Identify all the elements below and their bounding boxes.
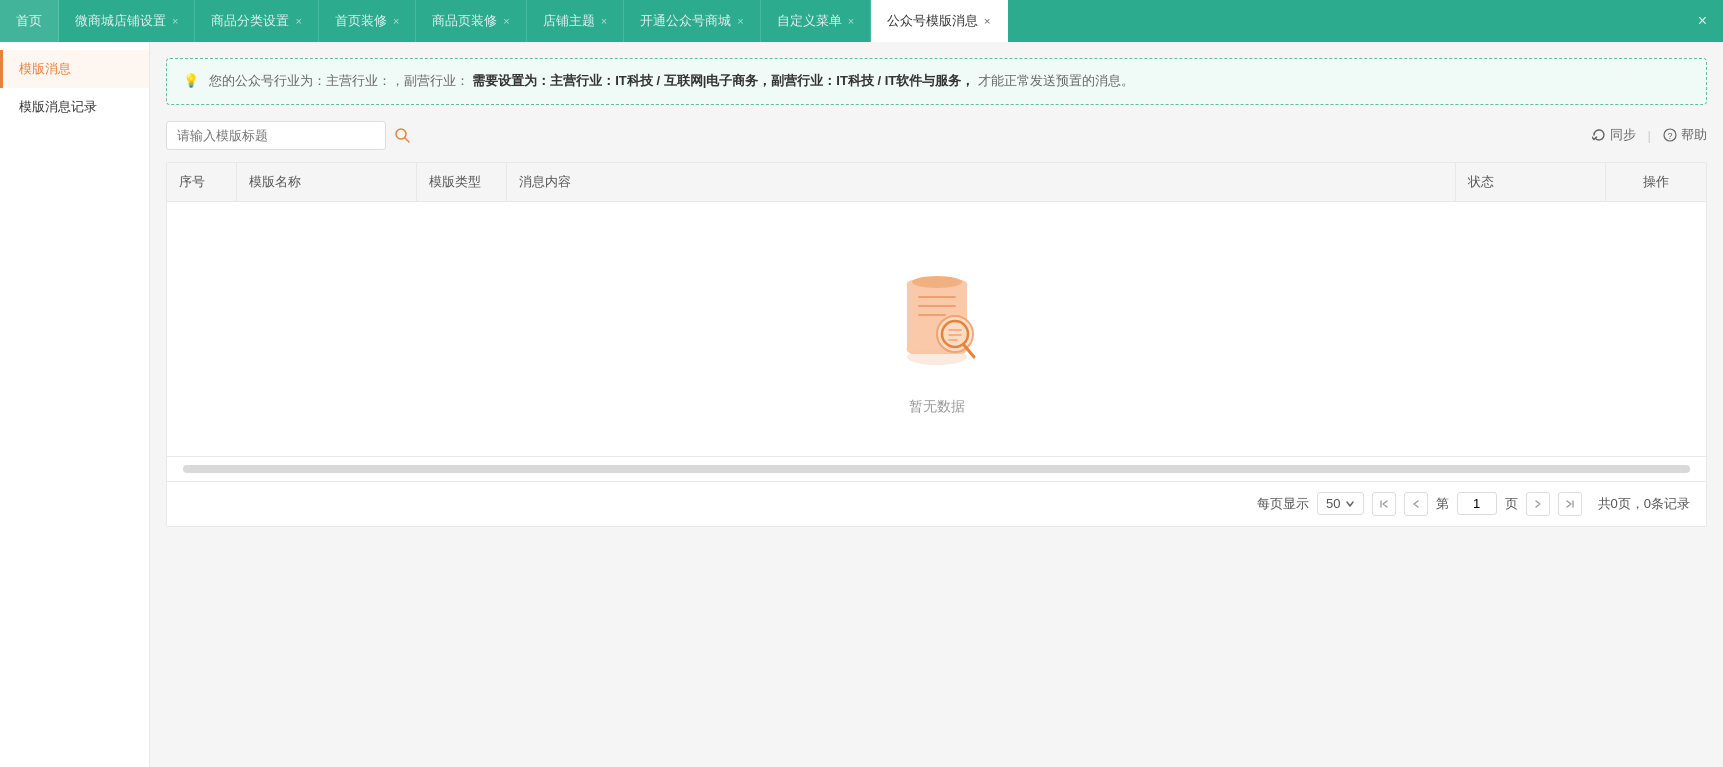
pagination: 每页显示 50 第 — [167, 481, 1706, 526]
empty-text: 暂无数据 — [909, 398, 965, 416]
page-size-value: 50 — [1326, 496, 1340, 511]
th-content: 消息内容 — [507, 163, 1456, 201]
close-icon[interactable]: × — [737, 15, 743, 27]
first-page-icon — [1379, 499, 1389, 509]
nav-tab-store-theme-label: 店铺主题 — [543, 12, 595, 30]
notice-prefix: 您的公众号行业为：主营行业：，副营行业： — [209, 73, 469, 88]
scrollbar-row — [167, 456, 1706, 481]
nav-tab-home-label: 首页 — [16, 12, 42, 30]
nav-tab-shop-settings-label: 微商城店铺设置 — [75, 12, 166, 30]
close-icon[interactable]: × — [295, 15, 301, 27]
nav-tab-shop-settings[interactable]: 微商城店铺设置 × — [59, 0, 195, 42]
horizontal-scrollbar[interactable] — [183, 465, 1690, 473]
nav-tab-home-decor[interactable]: 首页装修 × — [319, 0, 416, 42]
search-button[interactable] — [394, 127, 410, 143]
close-all-button[interactable]: × — [1682, 12, 1723, 30]
empty-illustration — [877, 262, 997, 382]
last-page-icon — [1565, 499, 1575, 509]
page-size-label: 每页显示 — [1257, 495, 1309, 513]
th-seq: 序号 — [167, 163, 237, 201]
last-page-button[interactable] — [1558, 492, 1582, 516]
search-bar-left — [166, 121, 410, 150]
main-layout: 模版消息 模版消息记录 💡 您的公众号行业为：主营行业：，副营行业： 需要设置为… — [0, 42, 1723, 767]
sidebar-item-template-record[interactable]: 模版消息记录 — [0, 88, 149, 126]
nav-tab-custom-menu[interactable]: 自定义菜单 × — [761, 0, 871, 42]
content-area: 💡 您的公众号行业为：主营行业：，副营行业： 需要设置为：主营行业：IT科技 /… — [150, 42, 1723, 767]
sidebar-item-template-message[interactable]: 模版消息 — [0, 50, 149, 88]
page-total: 共0页，0条记录 — [1598, 495, 1690, 513]
search-icon — [394, 127, 410, 143]
sync-button[interactable]: 同步 — [1592, 126, 1636, 144]
close-icon[interactable]: × — [393, 15, 399, 27]
th-type: 模版类型 — [417, 163, 507, 201]
next-page-button[interactable] — [1526, 492, 1550, 516]
page-number-input[interactable] — [1457, 492, 1497, 515]
help-label: 帮助 — [1681, 126, 1707, 144]
top-nav: 首页 微商城店铺设置 × 商品分类设置 × 首页装修 × 商品页装修 × 店铺主… — [0, 0, 1723, 42]
sync-icon — [1592, 128, 1606, 142]
nav-divider: | — [1648, 128, 1651, 143]
help-button[interactable]: ? 帮助 — [1663, 126, 1707, 144]
close-icon[interactable]: × — [848, 15, 854, 27]
svg-point-8 — [912, 276, 962, 288]
sync-label: 同步 — [1610, 126, 1636, 144]
sidebar: 模版消息 模版消息记录 — [0, 42, 150, 767]
th-name: 模版名称 — [237, 163, 417, 201]
nav-tab-custom-menu-label: 自定义菜单 — [777, 12, 842, 30]
close-icon[interactable]: × — [601, 15, 607, 27]
notice-box: 💡 您的公众号行业为：主营行业：，副营行业： 需要设置为：主营行业：IT科技 /… — [166, 58, 1707, 105]
first-page-button[interactable] — [1372, 492, 1396, 516]
chevron-down-icon — [1345, 499, 1355, 509]
page-size-select[interactable]: 50 — [1317, 492, 1363, 515]
nav-tab-product-decor-label: 商品页装修 — [432, 12, 497, 30]
nav-tab-open-mall-label: 开通公众号商城 — [640, 12, 731, 30]
next-icon — [1533, 499, 1543, 509]
nav-tab-category-settings-label: 商品分类设置 — [211, 12, 289, 30]
notice-highlight: 需要设置为：主营行业：IT科技 / 互联网|电子商务，副营行业：IT科技 / I… — [472, 73, 974, 88]
svg-line-1 — [405, 138, 409, 142]
page-label: 第 — [1436, 495, 1449, 513]
search-input[interactable] — [166, 121, 386, 150]
nav-tab-home[interactable]: 首页 — [0, 0, 59, 42]
close-icon[interactable]: × — [503, 15, 509, 27]
notice-icon: 💡 — [183, 73, 199, 88]
nav-tab-template-msg[interactable]: 公众号模版消息 × — [871, 0, 1007, 42]
close-icon[interactable]: × — [172, 15, 178, 27]
nav-tab-category-settings[interactable]: 商品分类设置 × — [195, 0, 318, 42]
help-icon: ? — [1663, 128, 1677, 142]
notice-suffix: 才能正常发送预置的消息。 — [978, 73, 1134, 88]
nav-tab-store-theme[interactable]: 店铺主题 × — [527, 0, 624, 42]
prev-page-button[interactable] — [1404, 492, 1428, 516]
nav-tab-template-msg-label: 公众号模版消息 — [887, 12, 978, 30]
table-header: 序号 模版名称 模版类型 消息内容 状态 操作 — [167, 163, 1706, 202]
nav-tab-product-decor[interactable]: 商品页装修 × — [416, 0, 526, 42]
nav-tab-home-decor-label: 首页装修 — [335, 12, 387, 30]
prev-icon — [1411, 499, 1421, 509]
th-action: 操作 — [1606, 163, 1706, 201]
empty-state: 暂无数据 — [167, 202, 1706, 456]
close-icon[interactable]: × — [984, 15, 990, 27]
th-status: 状态 — [1456, 163, 1606, 201]
nav-tab-open-mall[interactable]: 开通公众号商城 × — [624, 0, 760, 42]
search-bar-right: 同步 | ? 帮助 — [1592, 126, 1707, 144]
search-bar: 同步 | ? 帮助 — [166, 121, 1707, 150]
page-unit: 页 — [1505, 495, 1518, 513]
svg-text:?: ? — [1667, 131, 1672, 141]
data-table: 序号 模版名称 模版类型 消息内容 状态 操作 — [166, 162, 1707, 527]
